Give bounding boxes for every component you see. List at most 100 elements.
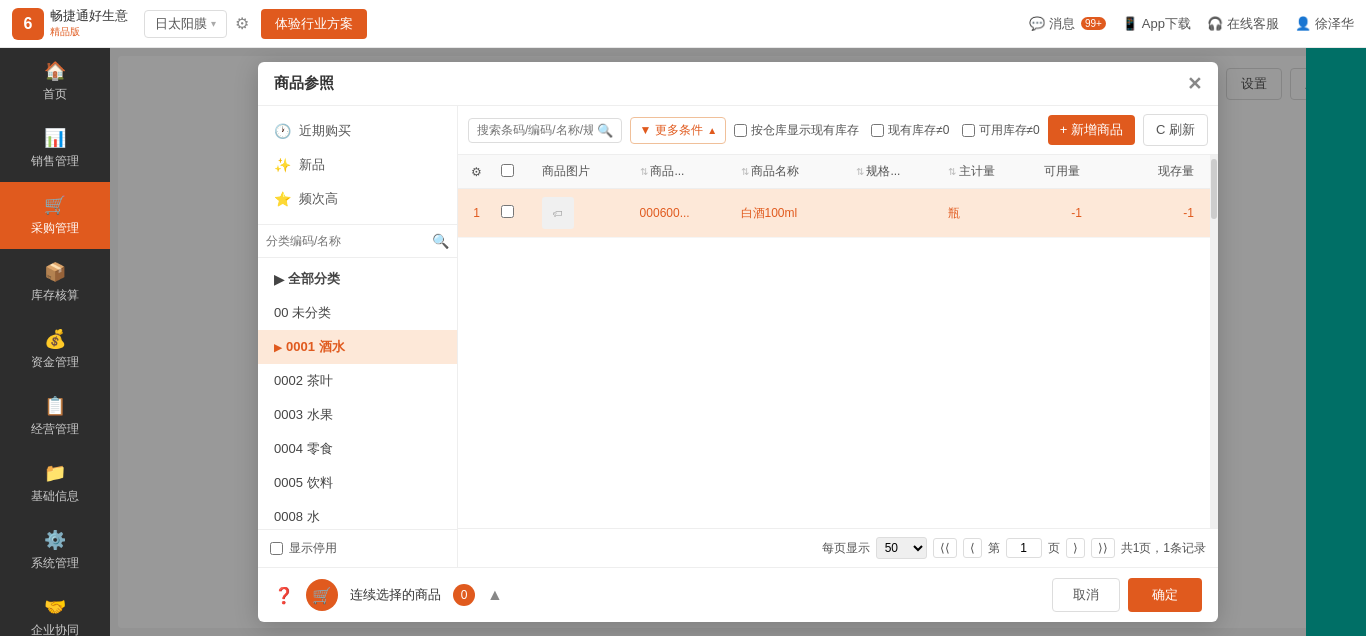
refresh-btn[interactable]: C 刷新: [1143, 114, 1208, 146]
tab-frequent[interactable]: ⭐ 频次高: [258, 182, 457, 216]
checkbox-available[interactable]: [962, 124, 975, 137]
modal-title: 商品参照: [274, 74, 334, 93]
filter-btn[interactable]: ▼ 更多条件 ▲: [630, 117, 726, 144]
collapse-icon[interactable]: ▲: [487, 586, 503, 604]
sidebar-item-operations[interactable]: 📋 经营管理: [0, 383, 110, 450]
category-tea[interactable]: 0002 茶叶: [258, 364, 457, 398]
cancel-btn[interactable]: 取消: [1052, 578, 1120, 612]
category-liquor[interactable]: ▶ 0001 酒水: [258, 330, 457, 364]
category-search-input[interactable]: [266, 234, 428, 248]
category-fruit[interactable]: 0003 水果: [258, 398, 457, 432]
sort-icon3: ⇅: [856, 166, 867, 177]
product-modal: 商品参照 ✕ 🕐 近期购买 ✨ 新: [258, 62, 1218, 622]
category-list: ▶ 全部分类 00 未分类 ▶ 0001 酒水 0002 茶: [258, 258, 457, 529]
row-spec: [850, 189, 942, 238]
col-checkbox: [495, 155, 536, 189]
col-settings[interactable]: ⚙: [458, 155, 495, 189]
col-spec[interactable]: ⇅ 规格...: [850, 155, 942, 189]
message-btn[interactable]: 💬 消息 99+: [1029, 15, 1106, 33]
row-stock: -1: [1116, 189, 1210, 238]
filter-icon: ▼: [639, 123, 651, 137]
gear-icon[interactable]: ⚙: [235, 14, 249, 33]
pagination: 每页显示 50 10 20 100 ⟨⟨ ⟨ 第 页: [458, 528, 1218, 567]
top-nav: 6 畅捷通好生意 精品版 日太阳膜 ▾ ⚙ 体验行业方案 💬 消息 99+ 📱 …: [0, 0, 1366, 48]
clock-icon: 🕐: [274, 123, 291, 139]
col-code[interactable]: ⇅ 商品...: [634, 155, 735, 189]
sidebar-item-finance[interactable]: 💰 资金管理: [0, 316, 110, 383]
product-table: ⚙ 商品图片: [458, 155, 1210, 238]
main-layout: 🏠 首页 📊 销售管理 🛒 采购管理 📦 库存核算 💰 资金管理 📋 经营管理 …: [0, 48, 1366, 636]
checkbox-stock[interactable]: [871, 124, 884, 137]
modal-overlay: 商品参照 ✕ 🕐 近期购买 ✨ 新: [110, 48, 1366, 636]
search-icon[interactable]: 🔍: [597, 123, 613, 138]
expand-icon: ▶: [274, 272, 284, 287]
sidebar-item-purchase[interactable]: 🛒 采购管理: [0, 182, 110, 249]
continuous-label: 连续选择的商品: [350, 586, 441, 604]
right-panel: 🔍 ▼ 更多条件 ▲ 按仓库显示现有库存: [458, 106, 1218, 567]
app-download-btn[interactable]: 📱 App下载: [1122, 15, 1191, 33]
product-search-input[interactable]: [477, 123, 593, 137]
col-unit[interactable]: ⇅ 主计量: [942, 155, 1038, 189]
category-beverages[interactable]: 0005 饮料: [258, 466, 457, 500]
next-page-btn[interactable]: ⟩: [1066, 538, 1085, 558]
sort-icon: ⇅: [640, 166, 651, 177]
user-menu[interactable]: 👤 徐泽华: [1295, 15, 1354, 33]
sidebar-item-collab[interactable]: 🤝 企业协同: [0, 584, 110, 636]
scroll-thumb[interactable]: [1211, 159, 1217, 219]
first-page-btn[interactable]: ⟨⟨: [933, 538, 957, 558]
col-name[interactable]: ⇅ 商品名称: [735, 155, 850, 189]
settings-icon[interactable]: ⚙: [471, 165, 482, 179]
row-checkbox[interactable]: [501, 205, 514, 218]
checkbox-available-label[interactable]: 可用库存≠0: [962, 122, 1040, 139]
left-panel-tabs: 🕐 近期购买 ✨ 新品 ⭐ 频次高: [258, 106, 457, 225]
row-name: 白酒100ml: [735, 189, 850, 238]
info-icon: 📁: [44, 462, 66, 484]
category-water[interactable]: 0008 水: [258, 500, 457, 529]
product-search-box: 🔍: [468, 118, 622, 143]
nav-selector[interactable]: 日太阳膜 ▾: [144, 10, 227, 38]
sidebar-item-inventory[interactable]: 📦 库存核算: [0, 249, 110, 316]
tab-new-products[interactable]: ✨ 新品: [258, 148, 457, 182]
sidebar-item-home[interactable]: 🏠 首页: [0, 48, 110, 115]
home-icon: 🏠: [44, 60, 66, 82]
mobile-icon: 📱: [1122, 16, 1138, 31]
new-product-btn[interactable]: + 新增商品: [1048, 115, 1135, 145]
confirm-btn[interactable]: 确定: [1128, 578, 1202, 612]
checkbox-warehouse[interactable]: [734, 124, 747, 137]
select-all-checkbox[interactable]: [501, 164, 514, 177]
page-input[interactable]: [1006, 538, 1042, 558]
cart-count: 0: [453, 584, 475, 606]
checkbox-warehouse-label[interactable]: 按仓库显示现有库存: [734, 122, 859, 139]
col-available: 可用量: [1038, 155, 1116, 189]
scrollbar[interactable]: [1210, 155, 1218, 528]
sort-icon2: ⇅: [741, 166, 752, 177]
help-icon[interactable]: ❓: [274, 586, 294, 605]
sidebar-item-basic-info[interactable]: 📁 基础信息: [0, 450, 110, 517]
category-all[interactable]: ▶ 全部分类: [258, 262, 457, 296]
per-page-select[interactable]: 50 10 20 100: [876, 537, 927, 559]
close-icon[interactable]: ✕: [1187, 75, 1202, 93]
col-stock: 现存量: [1116, 155, 1210, 189]
tab-recent-purchase[interactable]: 🕐 近期购买: [258, 114, 457, 148]
prev-page-btn[interactable]: ⟨: [963, 538, 982, 558]
category-uncategorized[interactable]: 00 未分类: [258, 296, 457, 330]
product-table-area: ⚙ 商品图片: [458, 155, 1210, 528]
cart-icon[interactable]: 🛒: [306, 579, 338, 611]
sidebar-item-sales[interactable]: 📊 销售管理: [0, 115, 110, 182]
last-page-btn[interactable]: ⟩⟩: [1091, 538, 1115, 558]
sidebar-item-system[interactable]: ⚙️ 系统管理: [0, 517, 110, 584]
table-row[interactable]: 1 🏷: [458, 189, 1210, 238]
row-checkbox-cell: [495, 189, 536, 238]
show-disabled-checkbox[interactable]: [270, 542, 283, 555]
collab-icon: 🤝: [44, 596, 66, 618]
total-info: 共1页，1条记录: [1121, 540, 1206, 557]
logo-name: 畅捷通好生意: [50, 8, 128, 25]
checkbox-group: 按仓库显示现有库存 现有库存≠0 可用库存≠0: [734, 122, 1040, 139]
category-search-icon[interactable]: 🔍: [432, 233, 449, 249]
sidebar: 🏠 首页 📊 销售管理 🛒 采购管理 📦 库存核算 💰 资金管理 📋 经营管理 …: [0, 48, 110, 636]
category-snacks[interactable]: 0004 零食: [258, 432, 457, 466]
product-img: 🏷: [542, 197, 574, 229]
trial-btn[interactable]: 体验行业方案: [261, 9, 367, 39]
checkbox-stock-label[interactable]: 现有库存≠0: [871, 122, 949, 139]
online-service-btn[interactable]: 🎧 在线客服: [1207, 15, 1279, 33]
